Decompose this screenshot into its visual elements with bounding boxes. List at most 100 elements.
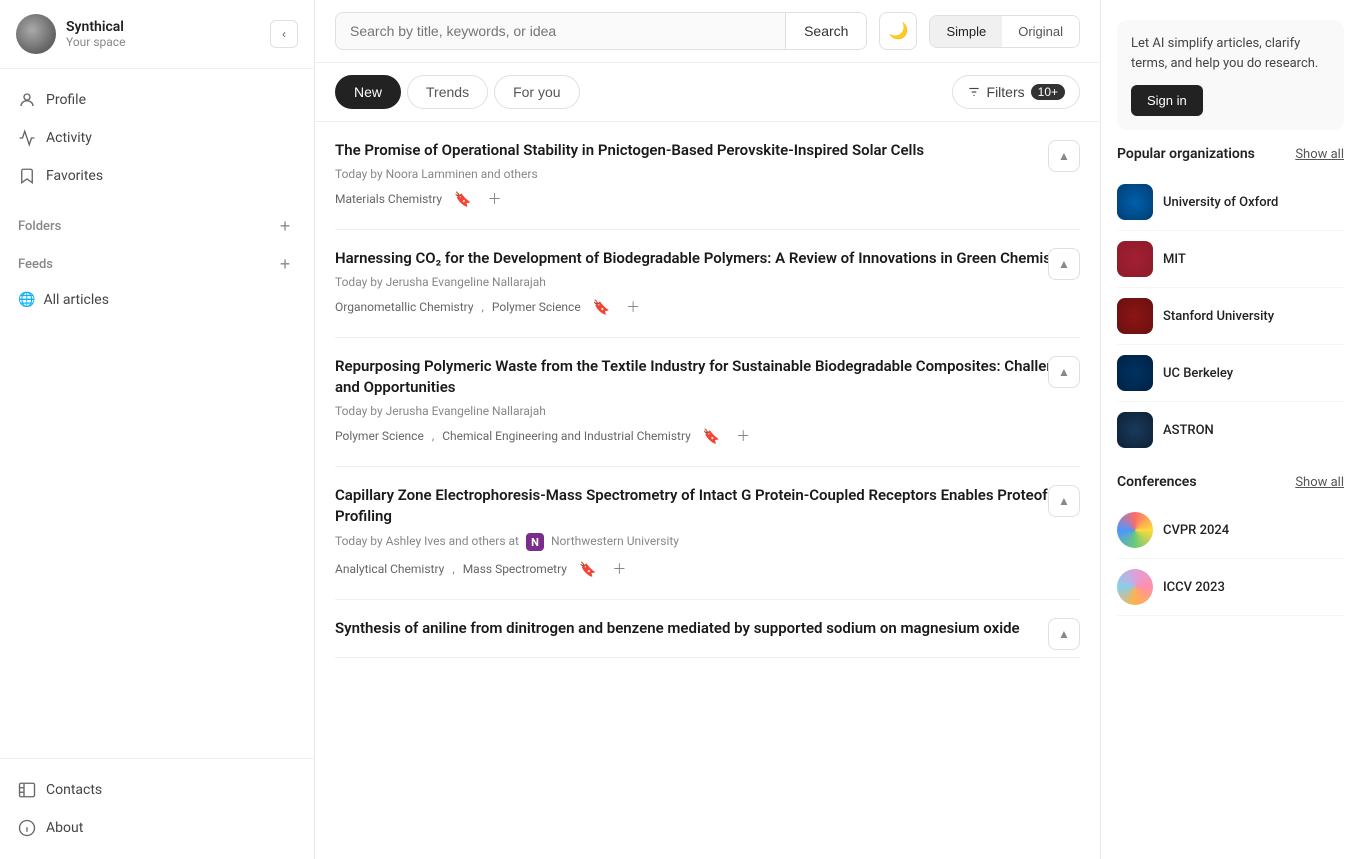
add-article-button[interactable]: ＋	[622, 295, 644, 319]
sidebar-item-activity[interactable]: Activity	[0, 119, 314, 157]
sidebar-item-contacts[interactable]: Contacts	[0, 771, 314, 809]
oxford-logo	[1117, 184, 1153, 220]
article-footer: Materials Chemistry 🔖 ＋	[335, 187, 1080, 211]
article-title[interactable]: The Promise of Operational Stability in …	[335, 140, 1080, 161]
article-title[interactable]: Capillary Zone Electrophoresis-Mass Spec…	[335, 485, 1080, 527]
article-tag: Materials Chemistry	[335, 192, 442, 206]
org-item-mit[interactable]: MIT	[1117, 231, 1344, 288]
iccv-logo	[1117, 569, 1153, 605]
conf-name: CVPR 2024	[1163, 523, 1229, 538]
activity-label: Activity	[46, 130, 92, 146]
upvote-button[interactable]: ▲	[1048, 356, 1080, 388]
articles-list: The Promise of Operational Stability in …	[315, 122, 1100, 859]
profile-label: Profile	[46, 92, 86, 108]
article-tag-2: Mass Spectrometry	[463, 562, 567, 576]
search-button[interactable]: Search	[785, 13, 866, 49]
avatar	[16, 14, 56, 54]
topbar: Search 🌙 Simple Original	[315, 0, 1100, 63]
conf-name: ICCV 2023	[1163, 580, 1225, 595]
org-name: MIT	[1163, 252, 1186, 267]
bookmark-article-button[interactable]: 🔖	[450, 189, 475, 210]
info-icon	[18, 819, 36, 837]
conferences-title: Conferences	[1117, 474, 1197, 490]
article-title[interactable]: Synthesis of aniline from dinitrogen and…	[335, 618, 1080, 639]
article-card: Repurposing Polymeric Waste from the Tex…	[335, 338, 1080, 467]
tag-separator: ,	[452, 562, 454, 576]
org-item-ucb[interactable]: UC Berkeley	[1117, 345, 1344, 402]
article-tag: Organometallic Chemistry	[335, 300, 474, 314]
tag-separator: ,	[482, 300, 484, 314]
person-icon	[18, 91, 36, 109]
bookmark-article-button[interactable]: 🔖	[699, 426, 724, 447]
ucb-logo	[1117, 355, 1153, 391]
sidebar-item-about[interactable]: About	[0, 809, 314, 847]
conf-item-iccv[interactable]: ICCV 2023	[1117, 559, 1344, 616]
add-article-button[interactable]: ＋	[732, 424, 754, 448]
upvote-button[interactable]: ▲	[1048, 248, 1080, 280]
article-meta: Today by Ashley Ives and others at N Nor…	[335, 533, 1080, 551]
search-wrapper: Search	[335, 12, 867, 50]
search-input[interactable]	[336, 13, 785, 49]
org-name: ASTRON	[1163, 423, 1214, 438]
org-name: University of Oxford	[1163, 195, 1278, 210]
stanford-logo	[1117, 298, 1153, 334]
article-meta: Today by Jerusha Evangeline Nallarajah	[335, 275, 1080, 289]
conferences-section: Conferences Show all CVPR 2024 ICCV 2023	[1117, 474, 1344, 616]
add-feed-button[interactable]: +	[274, 253, 296, 275]
filters-icon	[967, 85, 981, 99]
about-label: About	[46, 820, 83, 836]
org-item-stanford[interactable]: Stanford University	[1117, 288, 1344, 345]
promo-box: Let AI simplify articles, clarify terms,…	[1117, 20, 1344, 130]
upvote-button[interactable]: ▲	[1048, 140, 1080, 172]
conf-item-cvpr[interactable]: CVPR 2024	[1117, 502, 1344, 559]
article-card: Synthesis of aniline from dinitrogen and…	[335, 600, 1080, 658]
show-all-orgs-link[interactable]: Show all	[1295, 147, 1344, 162]
collapse-sidebar-button[interactable]: ‹	[270, 20, 298, 48]
filters-count: 10+	[1031, 84, 1065, 100]
org-name: Stanford University	[1163, 309, 1274, 324]
upvote-button[interactable]: ▲	[1048, 618, 1080, 650]
folders-label: Folders	[18, 219, 61, 234]
tab-for-you[interactable]: For you	[494, 75, 579, 109]
tabs-row: New Trends For you Filters 10+	[315, 63, 1100, 122]
sidebar: Synthical Your space ‹ Profile Activity …	[0, 0, 315, 859]
bookmark-icon	[18, 167, 36, 185]
article-card: Harnessing CO₂ for the Development of Bi…	[335, 230, 1080, 338]
article-title[interactable]: Harnessing CO₂ for the Development of Bi…	[335, 248, 1080, 269]
add-folder-button[interactable]: +	[274, 215, 296, 237]
org-item-astron[interactable]: ASTRON	[1117, 402, 1344, 458]
activity-icon	[18, 129, 36, 147]
view-original-button[interactable]: Original	[1002, 16, 1079, 47]
promo-text: Let AI simplify articles, clarify terms,…	[1131, 34, 1330, 73]
sign-in-button[interactable]: Sign in	[1131, 85, 1203, 116]
article-tag-2: Polymer Science	[492, 300, 581, 314]
sidebar-item-favorites[interactable]: Favorites	[0, 157, 314, 195]
sidebar-bottom: Contacts About	[0, 758, 314, 859]
org-item-oxford[interactable]: University of Oxford	[1117, 174, 1344, 231]
upvote-button[interactable]: ▲	[1048, 485, 1080, 517]
add-article-button[interactable]: ＋	[484, 187, 506, 211]
show-all-conf-link[interactable]: Show all	[1295, 475, 1344, 490]
filters-button[interactable]: Filters 10+	[952, 75, 1080, 109]
tag-separator: ,	[432, 429, 434, 443]
conferences-header: Conferences Show all	[1117, 474, 1344, 490]
dark-mode-button[interactable]: 🌙	[879, 12, 917, 50]
article-meta: Today by Noora Lamminen and others	[335, 167, 1080, 181]
org-name: UC Berkeley	[1163, 366, 1233, 381]
bookmark-article-button[interactable]: 🔖	[589, 297, 614, 318]
article-tag-2: Chemical Engineering and Industrial Chem…	[442, 429, 691, 443]
sidebar-item-profile[interactable]: Profile	[0, 81, 314, 119]
article-footer: Polymer Science , Chemical Engineering a…	[335, 424, 1080, 448]
view-simple-button[interactable]: Simple	[930, 16, 1002, 47]
university-logo-n: N	[526, 533, 544, 551]
main-content: Search 🌙 Simple Original New Trends For …	[315, 0, 1100, 859]
sidebar-item-all-articles[interactable]: 🌐 All articles	[0, 283, 314, 317]
article-title[interactable]: Repurposing Polymeric Waste from the Tex…	[335, 356, 1080, 398]
tab-new[interactable]: New	[335, 75, 401, 109]
bookmark-article-button[interactable]: 🔖	[575, 559, 600, 580]
add-article-button[interactable]: ＋	[608, 557, 630, 581]
tab-trends[interactable]: Trends	[407, 75, 488, 109]
moon-icon: 🌙	[888, 21, 908, 41]
favorites-label: Favorites	[46, 168, 103, 184]
article-footer: Analytical Chemistry , Mass Spectrometry…	[335, 557, 1080, 581]
